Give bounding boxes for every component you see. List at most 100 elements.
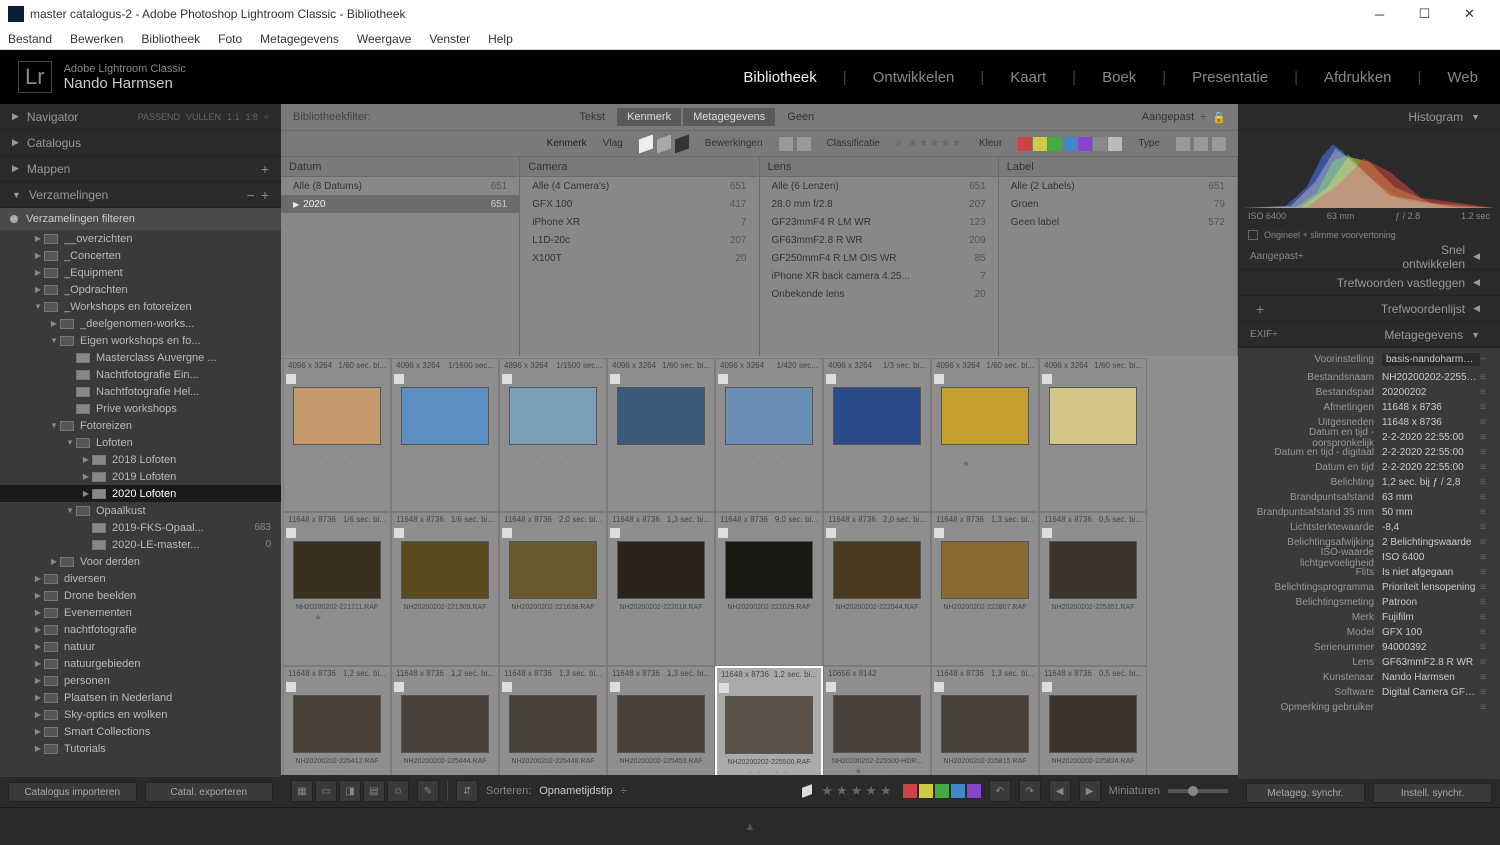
tree-item[interactable]: 2020-LE-master...0	[0, 536, 281, 553]
filter-preset-dropdown[interactable]: Aangepast	[1142, 111, 1195, 123]
metadata-action-icon[interactable]: ≡	[1480, 642, 1490, 653]
verzamelingen-panel-header[interactable]: ▼ Verzamelingen − +	[0, 182, 281, 208]
metadata-action-icon[interactable]: ≡	[1480, 477, 1490, 488]
tree-item[interactable]: ▶Evenementen	[0, 604, 281, 621]
metadata-action-icon[interactable]: ≡	[1480, 552, 1490, 563]
tree-caret[interactable]: ▼	[64, 438, 76, 447]
cell-rating[interactable]: · · · · ·	[719, 766, 819, 775]
rating-filter[interactable]: ≥ ★★★★★	[896, 138, 963, 149]
flag-filter[interactable]	[639, 137, 689, 151]
thumbnail-image[interactable]	[293, 387, 381, 445]
thumbnail-image[interactable]	[725, 387, 813, 445]
metadata-action-icon[interactable]: ≡	[1480, 387, 1490, 398]
thumbnail-cell[interactable]: 11648 x 87362,0 sec. bi...NH20200202-221…	[499, 512, 607, 666]
thumbnail-image[interactable]	[401, 541, 489, 599]
tree-caret[interactable]: ▶	[32, 744, 44, 753]
type-filter[interactable]	[1176, 137, 1226, 151]
tree-caret[interactable]: ▶	[80, 472, 92, 481]
meta-filter-row[interactable]: iPhone XR7	[520, 213, 758, 231]
cell-rating[interactable]: · · · · ·	[934, 765, 1036, 775]
metadata-value[interactable]: ISO 6400	[1382, 552, 1480, 563]
tree-caret[interactable]: ▶	[32, 285, 44, 294]
tree-item[interactable]: ▼_Workshops en fotoreizen	[0, 298, 281, 315]
color-label-filter[interactable]	[1018, 137, 1122, 151]
collapse-button[interactable]: −	[247, 187, 255, 203]
thumbnail-cell[interactable]: 4096 x 32641/420 sec...· · · · ·	[715, 358, 823, 512]
flag-icon[interactable]	[394, 374, 404, 384]
cell-rating[interactable]: · · · · ·	[502, 457, 604, 469]
cell-rating[interactable]: · · · · ·	[286, 765, 388, 775]
metadata-action-icon[interactable]: ≡	[1480, 597, 1490, 608]
metadata-value[interactable]: Patroon	[1382, 597, 1480, 608]
tree-item[interactable]: ▶2020 Lofoten	[0, 485, 281, 502]
cell-rating[interactable]: ★ · · · ·	[286, 611, 388, 623]
flag-icon[interactable]	[286, 374, 296, 384]
menu-bibliotheek[interactable]: Bibliotheek	[141, 32, 200, 46]
export-catalog-button[interactable]: Catal. exporteren	[145, 782, 274, 802]
filter-tab-kenmerk[interactable]: Kenmerk	[617, 108, 681, 126]
meta-filter-row[interactable]: Geen label572	[999, 213, 1237, 231]
metadata-action-icon[interactable]: ≡	[1480, 492, 1490, 503]
metadata-value[interactable]: 94000392	[1382, 642, 1480, 653]
thumbnail-cell[interactable]: 4096 x 32641/60 sec. bi...★ · · · ·	[931, 358, 1039, 512]
tree-caret[interactable]: ▶	[48, 557, 60, 566]
edit-filter[interactable]	[779, 137, 811, 151]
tree-caret[interactable]: ▶	[32, 268, 44, 277]
cell-rating[interactable]: · · · · ·	[934, 611, 1036, 623]
tree-caret[interactable]: ▶	[80, 489, 92, 498]
quick-preset-dropdown[interactable]: Aangepast	[1250, 251, 1298, 262]
tree-item[interactable]: Nachtfotografie Hel...	[0, 383, 281, 400]
window-minimize-button[interactable]: ─	[1357, 0, 1402, 28]
thumbnail-image[interactable]	[833, 695, 921, 753]
cell-rating[interactable]: · · · · ·	[394, 611, 496, 623]
metadata-value[interactable]: 2 Belichtingswaarde	[1382, 537, 1480, 548]
thumbnail-image[interactable]	[509, 695, 597, 753]
nav-prev-button[interactable]: ◀	[1049, 780, 1071, 802]
metadata-value[interactable]: 63 mm	[1382, 492, 1480, 503]
metadata-value[interactable]: 2-2-2020 22:55:00	[1382, 432, 1480, 443]
thumbnail-size-slider[interactable]	[1168, 789, 1228, 793]
meta-filter-row[interactable]: Onbekende lens20	[760, 285, 998, 303]
thumbnail-cell[interactable]: 11648 x 87369,0 sec. bi...NH20200202-222…	[715, 512, 823, 666]
flag-icon[interactable]	[502, 374, 512, 384]
tree-caret[interactable]: ▶	[32, 234, 44, 243]
thumbnail-image[interactable]	[617, 695, 705, 753]
cell-rating[interactable]: · · · · ·	[826, 457, 928, 469]
tree-caret[interactable]: ▶	[32, 710, 44, 719]
thumbnail-cell[interactable]: 11648 x 87361,3 sec. bi...NH20200202-222…	[931, 512, 1039, 666]
metadata-action-icon[interactable]: ≡	[1480, 417, 1490, 428]
tree-caret[interactable]: ▶	[32, 625, 44, 634]
module-ontwikkelen[interactable]: Ontwikkelen	[869, 69, 959, 86]
tree-item[interactable]: ▶_deelgenomen-works...	[0, 315, 281, 332]
tree-caret[interactable]: ▶	[32, 693, 44, 702]
metadata-value[interactable]: 2-2-2020 22:55:00	[1382, 462, 1480, 473]
metadata-value[interactable]: Digital Camera GFX 1...	[1382, 687, 1480, 698]
meta-filter-row[interactable]: Groen79	[999, 195, 1237, 213]
navigator-panel-header[interactable]: ▶ Navigator PASSEND VULLEN 1:1 1:8 ÷	[0, 104, 281, 130]
meta-filter-row[interactable]: Alle (2 Labels)651	[999, 177, 1237, 195]
menu-help[interactable]: Help	[488, 32, 513, 46]
thumbnail-grid[interactable]: 4096 x 32641/60 sec. bi...· · · · ·4096 …	[281, 356, 1238, 775]
metadata-mode-dropdown[interactable]: EXIF	[1250, 329, 1272, 340]
flag-icon[interactable]	[610, 374, 620, 384]
meta-filter-row[interactable]: GF23mmF4 R LM WR123	[760, 213, 998, 231]
metadata-action-icon[interactable]: ≡	[1480, 372, 1490, 383]
module-presentatie[interactable]: Presentatie	[1188, 69, 1272, 86]
chevron-icon[interactable]: ÷	[264, 112, 269, 122]
histogram-panel-header[interactable]: Histogram ▼	[1238, 104, 1500, 130]
cell-rating[interactable]: · · · · ·	[610, 765, 712, 775]
tree-caret[interactable]: ▶	[32, 659, 44, 668]
compare-view-button[interactable]: ◨	[339, 780, 361, 802]
add-collection-button[interactable]: +	[261, 187, 269, 203]
meta-filter-row[interactable]: GF250mmF4 R LM OIS WR85	[760, 249, 998, 267]
flag-icon[interactable]	[286, 682, 296, 692]
quick-develop-header[interactable]: Aangepast ÷ Snel ontwikkelen ◀	[1238, 244, 1500, 270]
tree-item[interactable]: Masterclass Auvergne ...	[0, 349, 281, 366]
flag-icon[interactable]	[718, 528, 728, 538]
tree-item[interactable]: ▼Fotoreizen	[0, 417, 281, 434]
tree-item[interactable]: ▼Opaalkust	[0, 502, 281, 519]
rating-stars[interactable]: ★★★★★	[821, 783, 894, 799]
flag-icon[interactable]	[1042, 374, 1052, 384]
keywords-panel-header[interactable]: Trefwoorden vastleggen ◀	[1238, 270, 1500, 296]
thumbnail-image[interactable]	[509, 541, 597, 599]
